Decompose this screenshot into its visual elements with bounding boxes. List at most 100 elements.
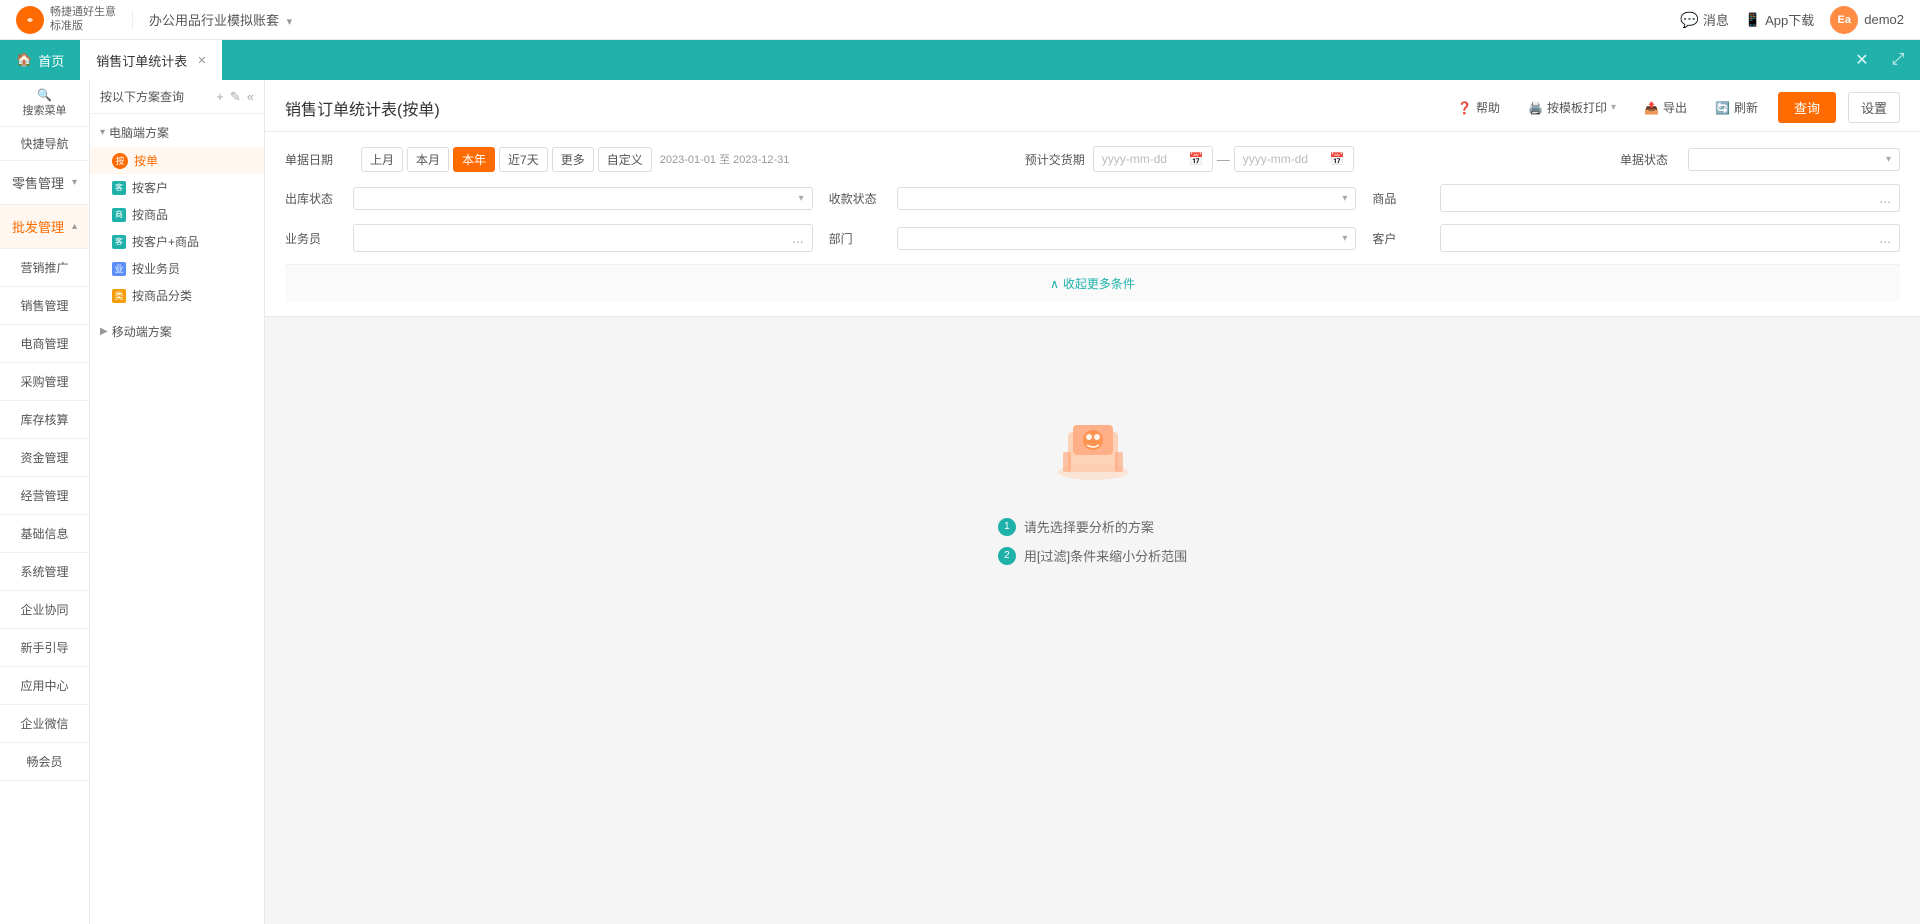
department-arrow-icon: ▾ <box>1342 233 1347 244</box>
tree-item-icon-by-cust-prod: 客 <box>112 235 126 249</box>
query-button[interactable]: 查询 <box>1778 92 1836 123</box>
filter-shipment-status: 出库状态 ▾ <box>285 187 813 210</box>
sidebar-item-system[interactable]: 系统管理 <box>0 553 89 591</box>
sidebar-item-ecommerce[interactable]: 电商管理 <box>0 325 89 363</box>
empty-step2: 2 用[过滤]条件来缩小分析范围 <box>998 546 1187 565</box>
sidebar-item-appcenter[interactable]: 应用中心 <box>0 667 89 705</box>
calendar-from-icon: 📅 <box>1189 152 1204 166</box>
tree-item-by-order[interactable]: 按 按单 <box>90 147 264 174</box>
tree-expand-icon: ▾ <box>100 127 105 138</box>
filter-row-date: 单据日期 上月 本月 本年 近7天 更多 自定义 2023-01-01 至 20… <box>285 146 1900 172</box>
tree-item-by-cust-prod[interactable]: 客 按客户+商品 <box>90 228 264 255</box>
salesperson-input[interactable]: ... <box>353 224 813 252</box>
chevron-down-icon: ▾ <box>72 177 77 188</box>
date-btn-custom[interactable]: 自定义 <box>598 147 652 172</box>
date-btn-last-month[interactable]: 上月 <box>361 147 403 172</box>
tab-home[interactable]: 🏠 首页 <box>0 40 80 80</box>
tree-item-by-product[interactable]: 商 按商品 <box>90 201 264 228</box>
sidebar-item-operations[interactable]: 经营管理 <box>0 477 89 515</box>
refresh-icon: 🔄 <box>1715 101 1730 115</box>
sidebar-quick-nav[interactable]: 快捷导航 <box>0 127 89 161</box>
tab-close-button[interactable]: ✕ <box>1848 46 1876 74</box>
app-download-button[interactable]: 📱 App下载 <box>1745 10 1814 29</box>
tab-bar: 🏠 首页 销售订单统计表 ✕ ✕ ⤢ <box>0 40 1920 80</box>
user-profile[interactable]: Ea demo2 <box>1830 6 1904 34</box>
tree-group-pc: ▾ 电脑端方案 按 按单 客 按客户 商 按商品 客 按客户+商品 <box>90 114 264 313</box>
sidebar-item-enterprise[interactable]: 企业协同 <box>0 591 89 629</box>
message-icon: 💬 <box>1680 11 1699 29</box>
tab-sales-stat[interactable]: 销售订单统计表 ✕ <box>80 40 222 80</box>
main-panel: 销售订单统计表(按单) ❓ 帮助 🖨️ 按模板打印 ▾ 📤 导出 <box>265 80 1920 924</box>
header-dropdown-icon: ▾ <box>287 16 293 28</box>
calendar-to-icon: 📅 <box>1330 152 1345 166</box>
sidebar-item-basic[interactable]: 基础信息 <box>0 515 89 553</box>
tree-item-by-category[interactable]: 类 按商品分类 <box>90 282 264 309</box>
logo-text: 畅捷通好生意 标准版 <box>50 6 116 32</box>
left-panel: 按以下方案查询 + ✎ « ▾ 电脑端方案 按 按单 客 <box>90 80 265 924</box>
tab-restore-button[interactable]: ⤢ <box>1884 46 1912 74</box>
page-title: 销售订单统计表(按单) <box>285 96 440 120</box>
logo-area: 畅捷通好生意 标准版 <box>16 6 116 34</box>
tree-item-by-salesperson[interactable]: 业 按业务员 <box>90 255 264 282</box>
product-input[interactable]: ... <box>1440 184 1900 212</box>
sidebar-item-corpwechat[interactable]: 企业微信 <box>0 705 89 743</box>
empty-step1: 1 请先选择要分析的方案 <box>998 517 1187 536</box>
filter-department: 部门 ▾ <box>829 227 1357 250</box>
header-right: 💬 消息 📱 App下载 Ea demo2 <box>1680 6 1904 34</box>
sidebar-search[interactable]: 🔍 搜索菜单 <box>0 80 89 127</box>
collapse-button[interactable]: ∧ 收起更多条件 <box>1050 275 1135 292</box>
header-title[interactable]: 办公用品行业模拟账套 ▾ <box>149 10 292 29</box>
settings-button[interactable]: 设置 <box>1848 92 1900 123</box>
add-scheme-icon[interactable]: + <box>216 89 224 105</box>
sidebar-item-retail[interactable]: 零售管理 ▾ <box>0 161 89 205</box>
date-btn-this-month[interactable]: 本月 <box>407 147 449 172</box>
filter-date-label-item: 单据日期 <box>285 151 345 168</box>
sidebar-item-marketing[interactable]: 营销推广 <box>0 249 89 287</box>
order-status-arrow-icon: ▾ <box>1886 154 1891 165</box>
main-layout: 🔍 搜索菜单 快捷导航 零售管理 ▾ 批发管理 ▴ 营销推广 销售管理 电商管理… <box>0 80 1920 924</box>
order-status-select[interactable]: ▾ <box>1688 148 1900 171</box>
sidebar-item-finance[interactable]: 资金管理 <box>0 439 89 477</box>
sidebar-item-purchase[interactable]: 采购管理 <box>0 363 89 401</box>
step2-circle: 2 <box>998 547 1016 565</box>
filter-row-people: 业务员 ... 部门 ▾ 客户 <box>285 224 1900 252</box>
tree-group-mobile-header[interactable]: ▶ 移动端方案 <box>90 317 264 346</box>
tree-group-pc-header[interactable]: ▾ 电脑端方案 <box>90 118 264 147</box>
product-more-icon[interactable]: ... <box>1879 190 1891 206</box>
sidebar-item-newguide[interactable]: 新手引导 <box>0 629 89 667</box>
expected-date-from[interactable]: yyyy-mm-dd 📅 <box>1093 146 1213 172</box>
expected-date-to[interactable]: yyyy-mm-dd 📅 <box>1234 146 1354 172</box>
tree-collapsed-icon: ▶ <box>100 326 108 337</box>
salesperson-more-icon[interactable]: ... <box>792 230 804 246</box>
download-icon: 📱 <box>1745 12 1761 28</box>
sidebar-item-inventory[interactable]: 库存核算 <box>0 401 89 439</box>
date-btn-more[interactable]: 更多 <box>552 147 594 172</box>
edit-scheme-icon[interactable]: ✎ <box>230 89 241 105</box>
sidebar-item-sales[interactable]: 销售管理 <box>0 287 89 325</box>
refresh-button[interactable]: 🔄 刷新 <box>1707 95 1766 120</box>
expected-date-range: yyyy-mm-dd 📅 — yyyy-mm-dd 📅 <box>1093 146 1354 172</box>
message-button[interactable]: 💬 消息 <box>1680 10 1729 29</box>
filter-customer: 客户 ... <box>1372 224 1900 252</box>
department-select[interactable]: ▾ <box>897 227 1357 250</box>
template-print-button[interactable]: 🖨️ 按模板打印 ▾ <box>1520 95 1624 120</box>
content-area: 按以下方案查询 + ✎ « ▾ 电脑端方案 按 按单 客 <box>90 80 1920 924</box>
payment-status-select[interactable]: ▾ <box>897 187 1357 210</box>
export-button[interactable]: 📤 导出 <box>1636 95 1695 120</box>
empty-text: 1 请先选择要分析的方案 2 用[过滤]条件来缩小分析范围 <box>998 517 1187 565</box>
filter-row-status: 出库状态 ▾ 收款状态 ▾ 商品 <box>285 184 1900 212</box>
tree-item-by-customer[interactable]: 客 按客户 <box>90 174 264 201</box>
shipment-status-select[interactable]: ▾ <box>353 187 813 210</box>
filter-expected-date: 预计交货期 yyyy-mm-dd 📅 — yyyy-mm-dd 📅 <box>1025 146 1385 172</box>
tab-close-icon[interactable]: ✕ <box>197 54 206 67</box>
date-btn-last7[interactable]: 近7天 <box>499 147 548 172</box>
filter-payment-status: 收款状态 ▾ <box>829 187 1357 210</box>
help-icon: ❓ <box>1457 101 1472 115</box>
sidebar-item-member[interactable]: 畅会员 <box>0 743 89 781</box>
collapse-panel-icon[interactable]: « <box>247 89 254 105</box>
help-button[interactable]: ❓ 帮助 <box>1449 95 1508 120</box>
date-btn-this-year[interactable]: 本年 <box>453 147 495 172</box>
sidebar-item-wholesale[interactable]: 批发管理 ▴ <box>0 205 89 249</box>
customer-input[interactable]: ... <box>1440 224 1900 252</box>
customer-more-icon[interactable]: ... <box>1879 230 1891 246</box>
